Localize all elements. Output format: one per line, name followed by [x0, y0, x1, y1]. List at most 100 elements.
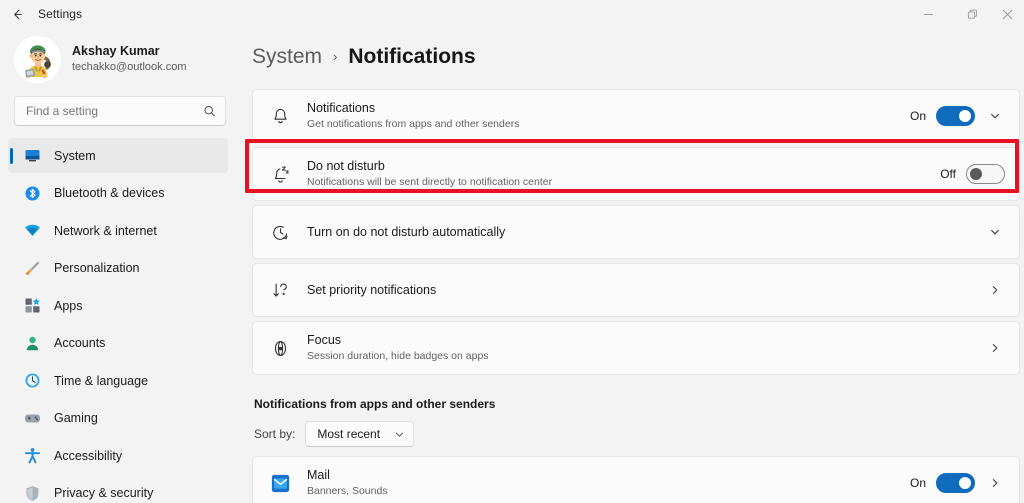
sidebar-item-network-internet[interactable]: Network & internet — [8, 213, 228, 248]
sidebar-item-accessibility[interactable]: Accessibility — [8, 438, 228, 473]
close-button[interactable] — [994, 0, 1024, 28]
account-name: Akshay Kumar — [72, 43, 160, 58]
monitor-icon — [24, 147, 41, 164]
toggle-knob — [970, 168, 982, 180]
window-body: Akshay Kumar techakko@outlook.com Find a… — [0, 28, 1024, 503]
paintbrush-icon — [24, 260, 41, 277]
sort-by-label: Sort by: — [254, 427, 296, 441]
restore-button[interactable] — [950, 0, 994, 28]
toggle-state-label: Off — [940, 167, 956, 181]
bell-icon — [269, 105, 291, 127]
chevron-down-icon[interactable] — [985, 226, 1005, 238]
sidebar-item-apps[interactable]: Apps — [8, 288, 228, 323]
settings-card-list: Notifications Get notifications from app… — [252, 89, 1020, 375]
setting-row-title: Focus — [307, 333, 342, 347]
apps-section-heading: Notifications from apps and other sender… — [254, 397, 496, 411]
user-avatar — [14, 35, 61, 83]
setting-row-priority-notifications[interactable]: Set priority notifications — [252, 263, 1020, 317]
setting-row-text: Turn on do not disturb automatically — [307, 225, 985, 240]
chevron-down-icon[interactable] — [985, 110, 1005, 122]
sidebar-item-label: Apps — [54, 298, 83, 313]
app-notification-list: Mail Banners, Sounds On — [252, 456, 1020, 503]
setting-row-title: Set priority notifications — [307, 282, 437, 297]
window-title: Settings — [38, 7, 83, 21]
sidebar-item-system[interactable]: System — [8, 138, 228, 173]
toggle-state-label: On — [909, 476, 926, 490]
sidebar-item-time-language[interactable]: Time & language — [8, 363, 228, 398]
setting-row-controls — [985, 284, 1005, 296]
sidebar-nav: System Bluetooth & devices Network & int… — [8, 138, 228, 503]
sidebar-item-bluetooth-devices[interactable]: Bluetooth & devices — [8, 176, 228, 211]
page-title: Notifications — [348, 45, 476, 68]
setting-row-title: Notifications — [307, 101, 376, 115]
person-icon — [24, 335, 41, 352]
setting-row-controls — [985, 342, 1005, 354]
breadcrumb-parent[interactable]: System — [252, 45, 322, 69]
sidebar: Akshay Kumar techakko@outlook.com Find a… — [0, 28, 236, 503]
setting-row-notifications[interactable]: Notifications Get notifications from app… — [252, 89, 1020, 143]
sidebar-item-gaming[interactable]: Gaming — [8, 401, 228, 436]
settings-window: Settings Akshay Kumar techakko@outlook.c… — [0, 0, 1024, 503]
window-controls — [906, 0, 1024, 28]
sort-row: Sort by: Most recent — [254, 421, 1024, 447]
bluetooth-icon — [24, 185, 41, 202]
sidebar-item-label: Personalization — [54, 261, 140, 275]
setting-row-text: Notifications Get notifications from app… — [307, 101, 910, 131]
search-input[interactable] — [26, 97, 195, 125]
setting-row-subtitle: Notifications will be sent directly to n… — [307, 176, 553, 188]
mail-notifications-toggle[interactable] — [936, 473, 975, 493]
app-row-text: Mail Banners, Sounds — [307, 468, 910, 498]
toggle-knob — [959, 477, 971, 489]
wifi-icon — [24, 222, 41, 239]
sort-by-dropdown[interactable]: Most recent — [305, 421, 415, 447]
sidebar-item-privacy-security[interactable]: Privacy & security — [8, 476, 228, 503]
account-card[interactable]: Akshay Kumar techakko@outlook.com — [8, 28, 228, 90]
setting-row-do-not-disturb[interactable]: Do not disturb Notifications will be sen… — [252, 147, 1020, 201]
sidebar-item-label: Accessibility — [54, 448, 123, 463]
focus-icon — [269, 337, 291, 359]
setting-row-text: Set priority notifications — [307, 283, 985, 298]
sidebar-item-label: Bluetooth & devices — [54, 186, 165, 200]
chevron-right-icon[interactable] — [985, 284, 1005, 296]
setting-row-text: Do not disturb Notifications will be sen… — [307, 159, 940, 189]
do-not-disturb-toggle[interactable] — [966, 164, 1005, 184]
sidebar-item-label: Accounts — [54, 336, 106, 350]
search-icon — [203, 105, 216, 118]
sidebar-item-label: Network & internet — [54, 223, 157, 238]
sidebar-item-accounts[interactable]: Accounts — [8, 326, 228, 361]
setting-row-focus[interactable]: Focus Session duration, hide badges on a… — [252, 321, 1020, 375]
minimize-button[interactable] — [906, 0, 950, 28]
chevron-right-icon[interactable] — [985, 342, 1005, 354]
setting-row-title: Do not disturb — [307, 159, 385, 173]
chevron-right-icon[interactable] — [985, 477, 1005, 489]
setting-row-subtitle: Session duration, hide badges on apps — [307, 350, 489, 362]
sidebar-item-label: Time & language — [54, 373, 149, 388]
sidebar-item-personalization[interactable]: Personalization — [8, 251, 228, 286]
account-email: techakko@outlook.com — [72, 60, 187, 73]
clock-arrow-icon — [269, 221, 291, 243]
app-row-controls: On — [910, 473, 1005, 493]
app-row-mail[interactable]: Mail Banners, Sounds On — [252, 456, 1020, 503]
app-row-subtitle: Banners, Sounds — [307, 485, 388, 497]
notifications-toggle[interactable] — [936, 106, 975, 126]
accessibility-icon — [24, 447, 41, 464]
title-bar: Settings — [0, 0, 1024, 28]
setting-row-text: Focus Session duration, hide badges on a… — [307, 333, 985, 363]
mail-app-icon — [269, 472, 291, 494]
search-box[interactable] — [14, 96, 226, 126]
bell-sleep-icon — [269, 163, 291, 185]
toggle-knob — [959, 110, 971, 122]
setting-row-controls: On — [910, 106, 1005, 126]
setting-row-controls: Off — [940, 164, 1005, 184]
priority-arrow-icon — [269, 279, 291, 301]
setting-row-auto-do-not-disturb[interactable]: Turn on do not disturb automatically — [252, 205, 1020, 259]
sidebar-item-label: System — [54, 148, 96, 163]
sidebar-item-label: Gaming — [54, 411, 98, 425]
app-row-title: Mail — [307, 468, 330, 482]
setting-row-subtitle: Get notifications from apps and other se… — [307, 118, 520, 130]
breadcrumb: System › Notifications — [252, 28, 1024, 89]
apps-grid-icon — [24, 297, 41, 314]
search-area — [8, 90, 228, 126]
back-arrow-icon[interactable] — [0, 0, 34, 28]
sort-by-value: Most recent — [317, 427, 381, 441]
